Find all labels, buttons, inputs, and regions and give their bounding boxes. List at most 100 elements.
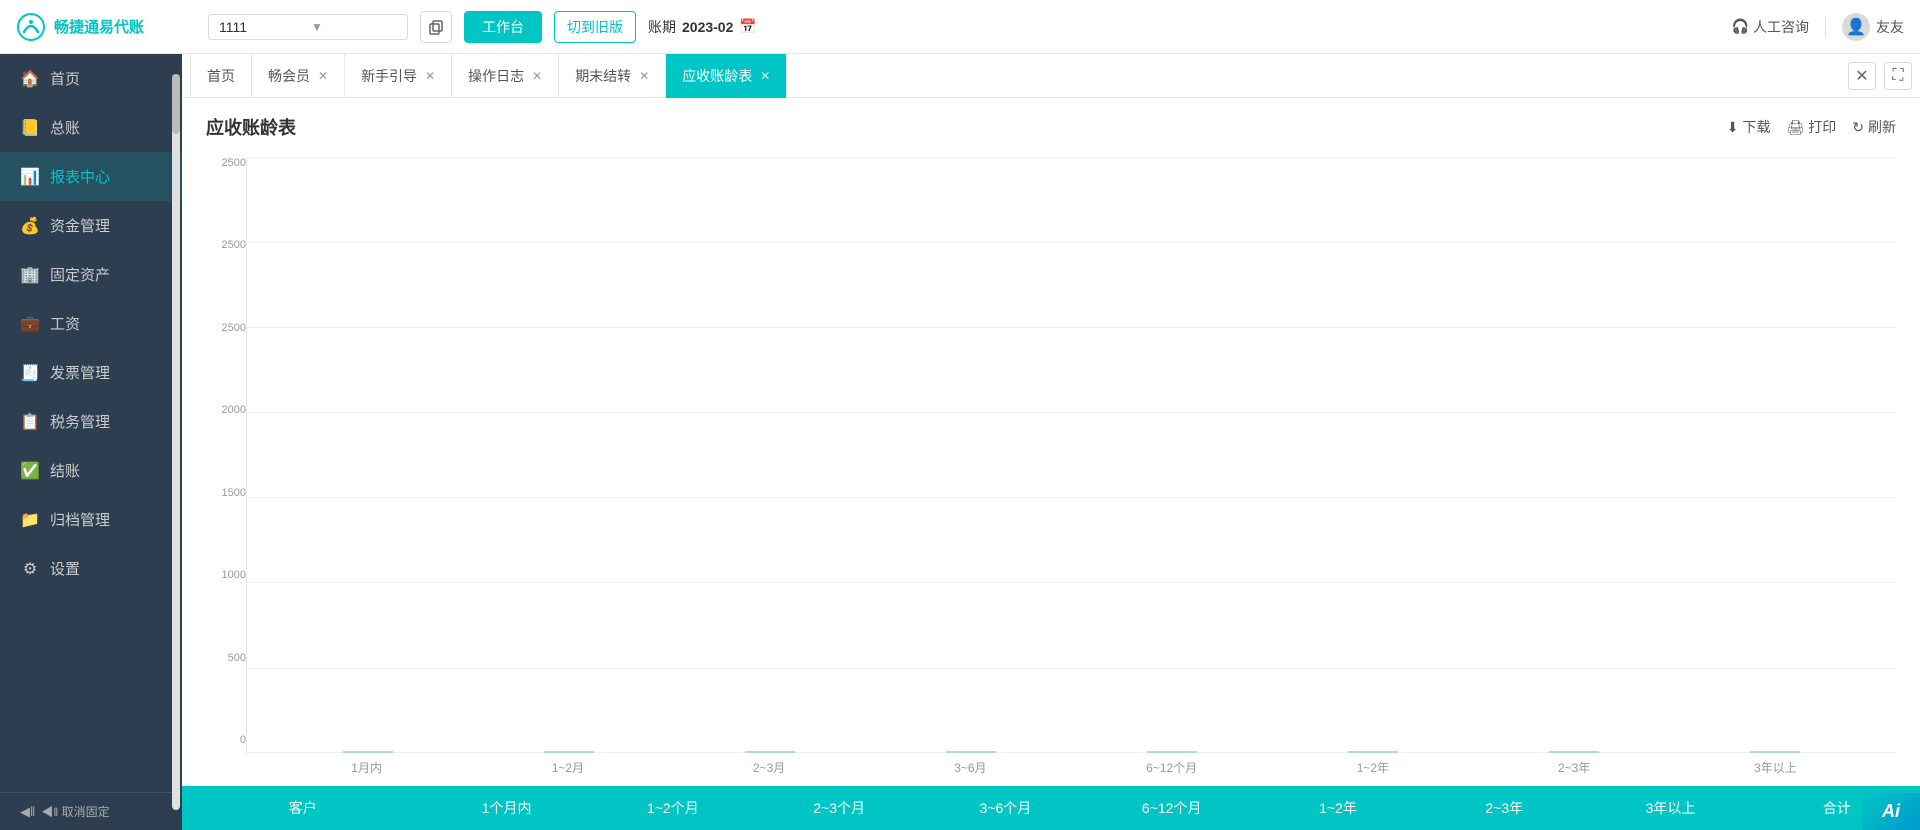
- x-label-2-3year: 2~3年: [1474, 759, 1675, 776]
- download-button[interactable]: ⬇ 下载: [1727, 117, 1771, 137]
- sidebar-label-ledger: 总账: [50, 117, 80, 138]
- refresh-label: 刷新: [1868, 117, 1896, 137]
- th-customer: 客户: [182, 798, 423, 818]
- th-2-3month: 2~3个月: [756, 798, 922, 818]
- tab-home[interactable]: 首页: [190, 54, 252, 98]
- sidebar: 🏠 首页 📒 总账 📊 报表中心 💰 资金管理 🏢 固定资产 💼 工资 🧾 发票…: [0, 54, 182, 830]
- print-button[interactable]: 🖨 打印: [1786, 117, 1836, 137]
- ai-badge[interactable]: Ai: [1862, 793, 1920, 830]
- page-header: 应收账龄表 ⬇ 下载 🖨 打印 ↻ 刷新: [182, 98, 1920, 148]
- y-label-0: 0: [206, 735, 246, 746]
- sidebar-item-funds[interactable]: 💰 资金管理: [0, 201, 182, 250]
- th-2-3year: 2~3年: [1421, 798, 1587, 818]
- user-menu[interactable]: 👤 友友: [1842, 13, 1904, 41]
- sidebar-item-payroll[interactable]: 💼 工资: [0, 299, 182, 348]
- bar-group-1month: [267, 751, 468, 753]
- home-icon: 🏠: [20, 69, 40, 89]
- tab-member[interactable]: 畅会员 ✕: [252, 54, 345, 98]
- tab-oplog-close[interactable]: ✕: [532, 69, 542, 83]
- tab-guide-close[interactable]: ✕: [425, 69, 435, 83]
- copy-button[interactable]: [420, 11, 452, 43]
- tab-aging[interactable]: 应收账龄表 ✕: [666, 54, 787, 98]
- tab-period-close-label: 期末结转: [575, 66, 631, 86]
- y-label-2500b: 2500: [206, 240, 246, 251]
- chart-container: 0 500 1000 1500 2000 2500 2500 2500: [206, 158, 1896, 776]
- sidebar-item-ledger[interactable]: 📒 总账: [0, 103, 182, 152]
- sidebar-item-archive[interactable]: 📁 归档管理: [0, 495, 182, 544]
- bars-row: [247, 158, 1896, 753]
- sidebar-label-funds: 资金管理: [50, 215, 110, 236]
- page-actions: ⬇ 下载 🖨 打印 ↻ 刷新: [1727, 117, 1896, 137]
- payroll-icon: 💼: [20, 314, 40, 334]
- company-selector[interactable]: 1111 ▼: [208, 14, 408, 40]
- tab-expand-button[interactable]: ⛶: [1884, 62, 1912, 90]
- workbench-button[interactable]: 工作台: [464, 11, 542, 43]
- bar-2-3month: [745, 751, 795, 753]
- tab-bar: 首页 畅会员 ✕ 新手引导 ✕ 操作日志 ✕ 期末结转 ✕ 应收账龄表 ✕: [182, 54, 1920, 98]
- period-area: 账期 2023-02 📅: [648, 17, 757, 37]
- sidebar-scrollbar[interactable]: [172, 74, 180, 810]
- refresh-button[interactable]: ↻ 刷新: [1852, 117, 1896, 137]
- consultant-button[interactable]: 🎧 人工咨询: [1732, 17, 1809, 37]
- x-label-2-3month: 2~3月: [669, 759, 870, 776]
- bar-group-2-3month: [669, 751, 870, 753]
- table-header: 客户 1个月内 1~2个月 2~3个月 3~6个月 6~12个月 1~2年 2~…: [182, 786, 1920, 830]
- logo-icon: [16, 12, 46, 42]
- unpin-footer[interactable]: ◀‖ ◀‖ 取消固定: [0, 792, 182, 830]
- x-label-1month: 1月内: [266, 759, 467, 776]
- th-3year-plus: 3年以上: [1587, 798, 1753, 818]
- sidebar-item-settle[interactable]: ✅ 结账: [0, 446, 182, 495]
- x-label-3year-plus: 3年以上: [1675, 759, 1876, 776]
- tab-oplog[interactable]: 操作日志 ✕: [452, 54, 559, 98]
- switch-version-button[interactable]: 切到旧版: [554, 11, 636, 43]
- unpin-icon: ◀‖: [20, 804, 35, 820]
- tab-member-close[interactable]: ✕: [318, 69, 328, 83]
- bar-6-12month: [1147, 751, 1197, 753]
- th-1-2year: 1~2年: [1255, 798, 1421, 818]
- sidebar-item-invoice[interactable]: 🧾 发票管理: [0, 348, 182, 397]
- sidebar-label-tax: 税务管理: [50, 411, 110, 432]
- sidebar-item-settings[interactable]: ⚙ 设置: [0, 544, 182, 593]
- x-label-1-2month: 1~2月: [467, 759, 668, 776]
- unpin-label: ◀‖ 取消固定: [41, 803, 109, 820]
- tab-close-all-button[interactable]: ✕: [1848, 62, 1876, 90]
- logo-area: 畅捷通易代账: [16, 12, 196, 42]
- chevron-down-icon: ▼: [311, 20, 397, 34]
- funds-icon: 💰: [20, 216, 40, 236]
- bar-group-2-3year: [1474, 751, 1675, 753]
- settle-icon: ✅: [20, 461, 40, 481]
- tab-aging-label: 应收账龄表: [682, 66, 752, 86]
- settings-icon: ⚙: [20, 559, 40, 579]
- archive-icon: 📁: [20, 510, 40, 530]
- bar-group-3-6month: [870, 751, 1071, 753]
- bar-group-3year-plus: [1675, 751, 1876, 753]
- tab-guide[interactable]: 新手引导 ✕: [345, 54, 452, 98]
- content-area: 首页 畅会员 ✕ 新手引导 ✕ 操作日志 ✕ 期末结转 ✕ 应收账龄表 ✕: [182, 54, 1920, 830]
- th-1-2month: 1~2个月: [590, 798, 756, 818]
- sidebar-item-assets[interactable]: 🏢 固定资产: [0, 250, 182, 299]
- tab-period-close-btn[interactable]: ✕: [639, 69, 649, 83]
- download-label: 下载: [1742, 117, 1770, 137]
- tab-period-close[interactable]: 期末结转 ✕: [559, 54, 666, 98]
- page-title: 应收账龄表: [206, 114, 296, 140]
- y-label-2000: 2000: [206, 405, 246, 416]
- x-axis: 1月内 1~2月 2~3月 3~6月 6~12个月 1~2年 2~3年 3年以上: [246, 759, 1896, 776]
- sidebar-label-payroll: 工资: [50, 313, 80, 334]
- y-label-1500: 1500: [206, 488, 246, 499]
- sidebar-item-reports[interactable]: 📊 报表中心: [0, 152, 182, 201]
- sidebar-item-home[interactable]: 🏠 首页: [0, 54, 182, 103]
- y-label-2500c: 2500: [206, 158, 246, 169]
- company-name: 1111: [219, 19, 305, 35]
- y-label-500: 500: [206, 653, 246, 664]
- reports-icon: 📊: [20, 167, 40, 187]
- period-value: 2023-02: [682, 19, 733, 35]
- sidebar-item-tax[interactable]: 📋 税务管理: [0, 397, 182, 446]
- th-6-12month: 6~12个月: [1089, 798, 1255, 818]
- consultant-label: 人工咨询: [1753, 17, 1809, 37]
- chart-body: 1月内 1~2月 2~3月 3~6月 6~12个月 1~2年 2~3年 3年以上: [246, 158, 1896, 776]
- calendar-icon[interactable]: 📅: [739, 18, 756, 35]
- user-name: 友友: [1876, 17, 1904, 37]
- bar-1month: [343, 751, 393, 753]
- tab-aging-close[interactable]: ✕: [760, 69, 770, 83]
- right-header-area: 🎧 人工咨询 👤 友友: [1732, 13, 1904, 41]
